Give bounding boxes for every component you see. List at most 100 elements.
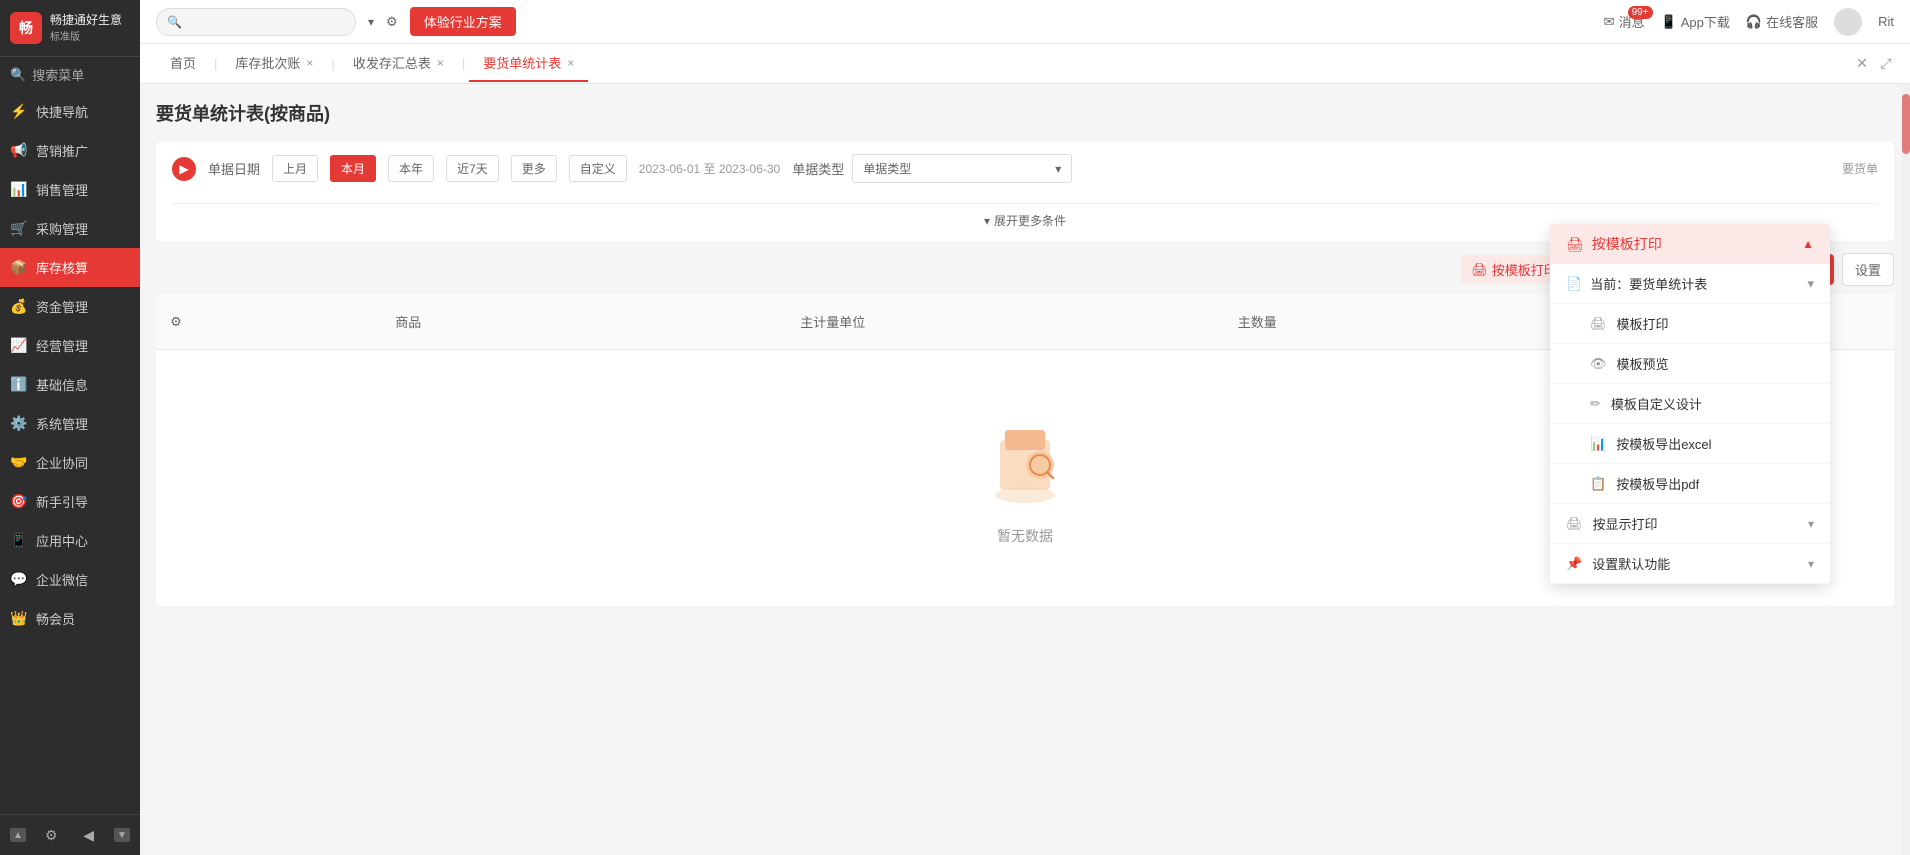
date-btn-this-year[interactable]: 本年 <box>388 155 434 182</box>
sidebar-nav: ⚡ 快捷导航 📢 营销推广 📊 销售管理 🛒 采购管理 📦 库存核算 💰 资金管… <box>0 92 140 814</box>
app-logo: 畅 畅捷通好生意 标准版 <box>0 0 140 57</box>
messages-btn[interactable]: ✉ 消息 99+ <box>1604 12 1645 31</box>
sidebar-item-sales[interactable]: 📊 销售管理 <box>0 170 140 209</box>
topbar-dropdown-arrow[interactable]: ▾ <box>368 15 374 29</box>
expand-icon: ▾ <box>984 214 990 228</box>
date-btn-7days[interactable]: 近7天 <box>446 155 499 182</box>
wechat-icon: 💬 <box>10 571 28 589</box>
scroll-down-btn[interactable]: ▼ <box>114 828 130 842</box>
date-btn-this-month[interactable]: 本月 <box>330 155 376 182</box>
date-range-display: 2023-06-01 至 2023-06-30 <box>639 160 780 177</box>
dropdown-header-arrow[interactable]: ▲ <box>1802 237 1814 251</box>
inventory-icon: 📦 <box>10 259 28 277</box>
settings-btn[interactable]: 设置 <box>1842 253 1894 286</box>
sidebar-item-newbie[interactable]: 🎯 新手引导 <box>0 482 140 521</box>
members-icon: 👑 <box>10 610 28 628</box>
export-excel-btn[interactable]: 📊 按模板导出excel <box>1550 424 1830 464</box>
scroll-up-btn[interactable]: ▲ <box>10 828 26 842</box>
current-arrow-icon: ▾ <box>1807 276 1814 292</box>
app-download-btn[interactable]: 📱 App下载 <box>1661 12 1730 31</box>
print-dropdown-menu: 🖨 按模板打印 ▲ 📄 当前：要货单统计表 ▾ 🖨 模板打印 👁 模板预览 <box>1550 224 1830 584</box>
operations-icon: 📈 <box>10 337 28 355</box>
window-close-btn[interactable]: ✕ <box>1854 56 1870 72</box>
current-template-row[interactable]: 📄 当前：要货单统计表 ▾ <box>1550 264 1830 304</box>
type-label: 单据类型 <box>792 159 844 178</box>
sidebar-item-quick-nav[interactable]: ⚡ 快捷导航 <box>0 92 140 131</box>
excel-icon: 📊 <box>1590 436 1606 452</box>
col-product: 商品 <box>196 304 621 339</box>
topbar-right: ✉ 消息 99+ 📱 App下载 🎧 在线客服 Rit <box>1604 8 1894 36</box>
empty-text: 暂无数据 <box>997 526 1053 546</box>
pdf-icon: 📋 <box>1590 476 1606 492</box>
close-inventory-batch-tab[interactable]: × <box>306 56 313 70</box>
set-default-group[interactable]: 📌 设置默认功能 ▾ <box>1550 544 1830 584</box>
page-title: 要货单统计表(按商品) <box>156 100 1894 126</box>
date-btn-custom[interactable]: 自定义 <box>569 155 627 182</box>
username-label: Rit <box>1878 14 1894 29</box>
eye-icon: 👁 <box>1590 356 1607 372</box>
message-icon: ✉ <box>1604 14 1615 30</box>
apps-icon: 📱 <box>10 532 28 550</box>
tab-home[interactable]: 首页 <box>156 45 210 82</box>
template-design-btn[interactable]: ✏ 模板自定义设计 <box>1550 384 1830 424</box>
sidebar-item-inventory[interactable]: 📦 库存核算 <box>0 248 140 287</box>
filter-collapse-btn[interactable]: ▶ <box>172 157 196 181</box>
close-receivables-tab[interactable]: × <box>437 56 444 70</box>
date-btn-last-month[interactable]: 上月 <box>272 155 318 182</box>
sidebar-item-apps[interactable]: 📱 应用中心 <box>0 521 140 560</box>
sidebar-item-marketing[interactable]: 📢 营销推广 <box>0 131 140 170</box>
phone-icon: 📱 <box>1661 14 1677 30</box>
experience-btn[interactable]: 体验行业方案 <box>410 7 516 36</box>
tab-bar: 首页 | 库存批次账 × | 收发存汇总表 × | 要货单统计表 × ✕ ⤢ <box>140 44 1910 84</box>
finance-icon: 💰 <box>10 298 28 316</box>
topbar: 🔍 ▾ ⚙ 体验行业方案 ✉ 消息 99+ 📱 App下载 🎧 在线客服 Rit <box>140 0 1910 44</box>
template-preview-btn[interactable]: 👁 模板预览 <box>1550 344 1830 384</box>
sidebar-item-wechat[interactable]: 💬 企业微信 <box>0 560 140 599</box>
goods-filter: 要货单 <box>1842 160 1878 177</box>
tab-order-stats[interactable]: 要货单统计表 × <box>469 45 588 82</box>
set-default-arrow: ▾ <box>1808 557 1814 571</box>
select-arrow-icon: ▾ <box>1055 162 1061 176</box>
table-settings-col[interactable]: ⚙ <box>156 306 196 338</box>
sidebar-search[interactable]: 🔍 搜索菜单 <box>0 57 140 92</box>
search-icon: 🔍 <box>167 15 182 29</box>
sidebar: 畅 畅捷通好生意 标准版 🔍 搜索菜单 ⚡ 快捷导航 📢 营销推广 📊 销售管理… <box>0 0 140 855</box>
sidebar-item-enterprise[interactable]: 🤝 企业协同 <box>0 443 140 482</box>
system-icon: ⚙️ <box>10 415 28 433</box>
topbar-search[interactable]: 🔍 <box>156 8 356 36</box>
logo-text: 畅捷通好生意 标准版 <box>50 13 122 44</box>
sidebar-item-basic[interactable]: ℹ️ 基础信息 <box>0 365 140 404</box>
dropdown-header: 🖨 按模板打印 ▲ <box>1550 224 1830 264</box>
sidebar-item-finance[interactable]: 💰 资金管理 <box>0 287 140 326</box>
doc-icon: 📄 <box>1566 276 1582 292</box>
headset-icon: 🎧 <box>1746 14 1762 30</box>
settings-icon[interactable]: ⚙ <box>39 823 63 847</box>
tab-inventory-batch[interactable]: 库存批次账 × <box>221 45 327 82</box>
date-btn-more[interactable]: 更多 <box>511 155 557 182</box>
quick-nav-icon: ⚡ <box>10 103 28 121</box>
user-avatar[interactable] <box>1834 8 1862 36</box>
topbar-gear-icon[interactable]: ⚙ <box>386 14 398 30</box>
tab-receivables[interactable]: 收发存汇总表 × <box>339 45 458 82</box>
window-expand-btn[interactable]: ⤢ <box>1878 56 1894 72</box>
collapse-icon[interactable]: ◀ <box>77 823 101 847</box>
close-order-stats-tab[interactable]: × <box>567 56 574 70</box>
type-select[interactable]: 单据类型 ▾ <box>852 154 1072 183</box>
sidebar-item-members[interactable]: 👑 畅会员 <box>0 599 140 638</box>
sales-icon: 📊 <box>10 181 28 199</box>
template-print-btn[interactable]: 🖨 模板打印 <box>1550 304 1830 344</box>
print-header-icon: 🖨 <box>1566 236 1584 253</box>
print-icon: 🖨 <box>1471 262 1488 278</box>
export-pdf-btn[interactable]: 📋 按模板导出pdf <box>1550 464 1830 504</box>
online-service-btn[interactable]: 🎧 在线客服 <box>1746 12 1818 31</box>
edit-icon: ✏ <box>1590 396 1601 412</box>
sidebar-item-operations[interactable]: 📈 经营管理 <box>0 326 140 365</box>
col-quantity: 主数量 <box>1045 304 1470 339</box>
display-print-group[interactable]: 🖨 按显示打印 ▾ <box>1550 504 1830 544</box>
scrollbar-thumb[interactable] <box>1902 94 1910 154</box>
set-default-icon: 📌 <box>1566 556 1582 572</box>
sidebar-item-purchase[interactable]: 🛒 采购管理 <box>0 209 140 248</box>
sidebar-item-system[interactable]: ⚙️ 系统管理 <box>0 404 140 443</box>
display-print-icon: 🖨 <box>1566 516 1583 532</box>
purchase-icon: 🛒 <box>10 220 28 238</box>
